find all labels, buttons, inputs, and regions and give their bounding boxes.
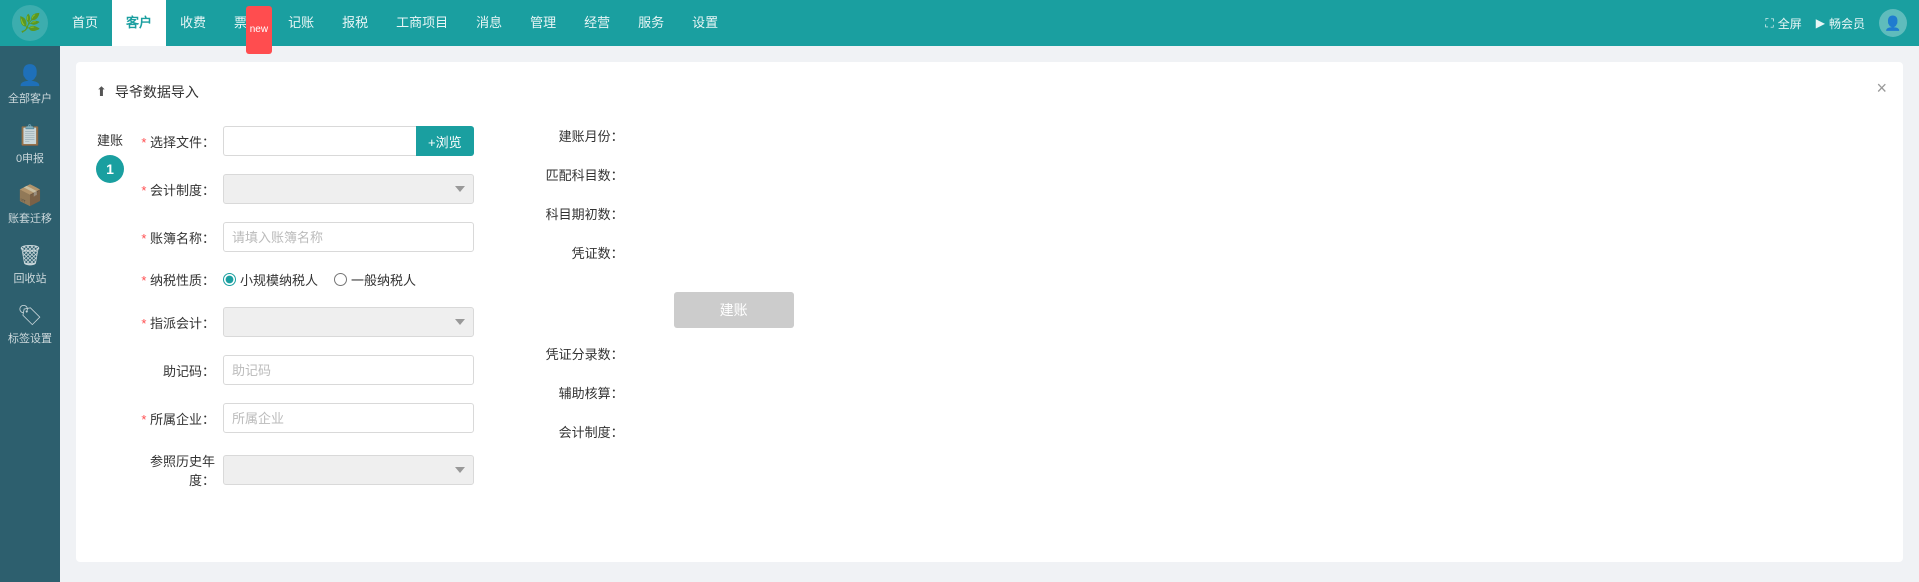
nav-item-messages[interactable]: 消息 [462,0,516,46]
sidebar-item-recycle-bin[interactable]: 🗑 回收站 [0,236,60,296]
tax-general-label: 一般纳税人 [351,270,416,289]
company-input[interactable] [223,403,474,433]
panel-header: ⬆ 导爷数据导入 [96,82,1883,102]
file-input-wrap: +浏览 [223,126,474,156]
nav-item-invoices[interactable]: 票据 new [220,0,274,46]
accounting-select[interactable] [223,174,474,204]
memo-row: 助记码： [140,355,474,385]
voucher-row: 凭证数： [534,243,934,262]
tax-type-row: 纳税性质： 小规模纳税人 一般纳税人 [140,270,474,289]
nav-item-customers[interactable]: 客户 [112,0,166,46]
ledger-name-input[interactable] [223,222,474,252]
form-section: 建账 1 选择文件： +浏览 会计制度： [96,126,1883,507]
create-button-wrap: 建账 [534,282,934,328]
sidebar: 👤 全部客户 📋 0申报 📦 账套迁移 🗑 回收站 🏷 标签设置 [0,46,60,582]
voucher-entries-label: 凭证分录数： [534,344,624,363]
logo-icon: 🌿 [19,13,41,34]
new-badge: new [246,6,272,54]
nav-item-operations[interactable]: 经营 [570,0,624,46]
nav-item-home[interactable]: 首页 [58,0,112,46]
avatar[interactable]: 👤 [1879,9,1907,37]
avatar-icon: 👤 [1884,15,1901,32]
label-settings-icon: 🏷 [17,306,42,326]
fullscreen-button[interactable]: ⛶ 全屏 [1765,15,1801,32]
sidebar-item-zero-declaration[interactable]: 📋 0申报 [0,116,60,176]
history-select[interactable] [223,455,474,485]
file-label: 选择文件： [140,132,215,151]
form-right: 建账月份： 匹配科目数： 科目期初数： 凭证数： [534,126,934,507]
history-row: 参照历史年度： [140,451,474,489]
panel-title: 导爷数据导入 [115,82,199,102]
period-row: 科目期初数： [534,204,934,223]
browse-button[interactable]: +浏览 [416,126,474,156]
accounting-row: 会计制度： [140,174,474,204]
accounting-system-label: 会计制度： [534,422,624,441]
nav-right: ⛶ 全屏 ▶ 畅会员 👤 [1765,9,1907,37]
member-button[interactable]: ▶ 畅会员 [1816,15,1865,32]
history-label: 参照历史年度： [140,451,215,489]
member-icon: ▶ [1816,16,1825,30]
nav-item-fees[interactable]: 收费 [166,0,220,46]
company-label: 所属企业： [140,409,215,428]
ledger-name-row: 账簿名称： [140,222,474,252]
auxiliary-row: 辅助核算： [534,383,934,402]
account-migration-icon: 📦 [18,186,43,206]
sidebar-item-account-migration[interactable]: 📦 账套迁移 [0,176,60,236]
sidebar-item-label-settings[interactable]: 🏷 标签设置 [0,296,60,356]
match-label: 匹配科目数： [534,165,624,184]
tax-small-radio[interactable] [223,273,236,286]
step-label: 建账 [97,130,123,149]
month-row: 建账月份： [534,126,934,145]
form-left: 选择文件： +浏览 会计制度： [140,126,474,507]
all-customers-icon: 👤 [18,66,43,86]
main-content: ⬆ 导爷数据导入 × 建账 1 选择文件： [60,46,1919,582]
zero-declaration-icon: 📋 [18,126,43,146]
auxiliary-label: 辅助核算： [534,383,624,402]
accountant-row: 指派会计： [140,307,474,337]
recycle-bin-icon: 🗑 [17,246,42,266]
ledger-name-label: 账簿名称： [140,228,215,247]
file-row: 选择文件： +浏览 [140,126,474,156]
memo-input[interactable] [223,355,474,385]
accounting-system-row: 会计制度： [534,422,934,441]
month-label: 建账月份： [534,126,624,145]
voucher-entries-row: 凭证分录数： [534,344,934,363]
accountant-select[interactable] [223,307,474,337]
tax-small-label: 小规模纳税人 [240,270,318,289]
tax-type-radio-group: 小规模纳税人 一般纳税人 [223,270,416,289]
nav-items: 首页 客户 收费 票据 new 记账 报税 工商项目 消息 管理 经营 服务 设… [58,0,1765,46]
match-row: 匹配科目数： [534,165,934,184]
close-button[interactable]: × [1876,78,1887,99]
tax-type-label: 纳税性质： [140,270,215,289]
nav-item-bookkeeping[interactable]: 记账 [274,0,328,46]
nav-item-management[interactable]: 管理 [516,0,570,46]
step-circle: 1 [96,155,124,183]
top-navigation: 🌿 首页 客户 收费 票据 new 记账 报税 工商项目 消息 管理 经营 服务… [0,0,1919,46]
company-row: 所属企业： [140,403,474,433]
tax-general-radio[interactable] [334,273,347,286]
memo-label: 助记码： [140,361,215,380]
nav-item-business[interactable]: 工商项目 [382,0,462,46]
logo[interactable]: 🌿 [12,5,48,41]
tax-small-scale[interactable]: 小规模纳税人 [223,270,318,289]
period-label: 科目期初数： [534,204,624,223]
upload-icon: ⬆ [96,84,107,100]
accountant-label: 指派会计： [140,313,215,332]
nav-item-settings[interactable]: 设置 [678,0,732,46]
panel: ⬆ 导爷数据导入 × 建账 1 选择文件： [76,62,1903,562]
create-button[interactable]: 建账 [674,292,794,328]
nav-item-tax[interactable]: 报税 [328,0,382,46]
sidebar-item-all-customers[interactable]: 👤 全部客户 [0,56,60,116]
file-input[interactable] [223,126,416,156]
tax-general[interactable]: 一般纳税人 [334,270,416,289]
fullscreen-icon: ⛶ [1765,16,1773,31]
voucher-label: 凭证数： [534,243,624,262]
accounting-label: 会计制度： [140,180,215,199]
nav-item-service[interactable]: 服务 [624,0,678,46]
